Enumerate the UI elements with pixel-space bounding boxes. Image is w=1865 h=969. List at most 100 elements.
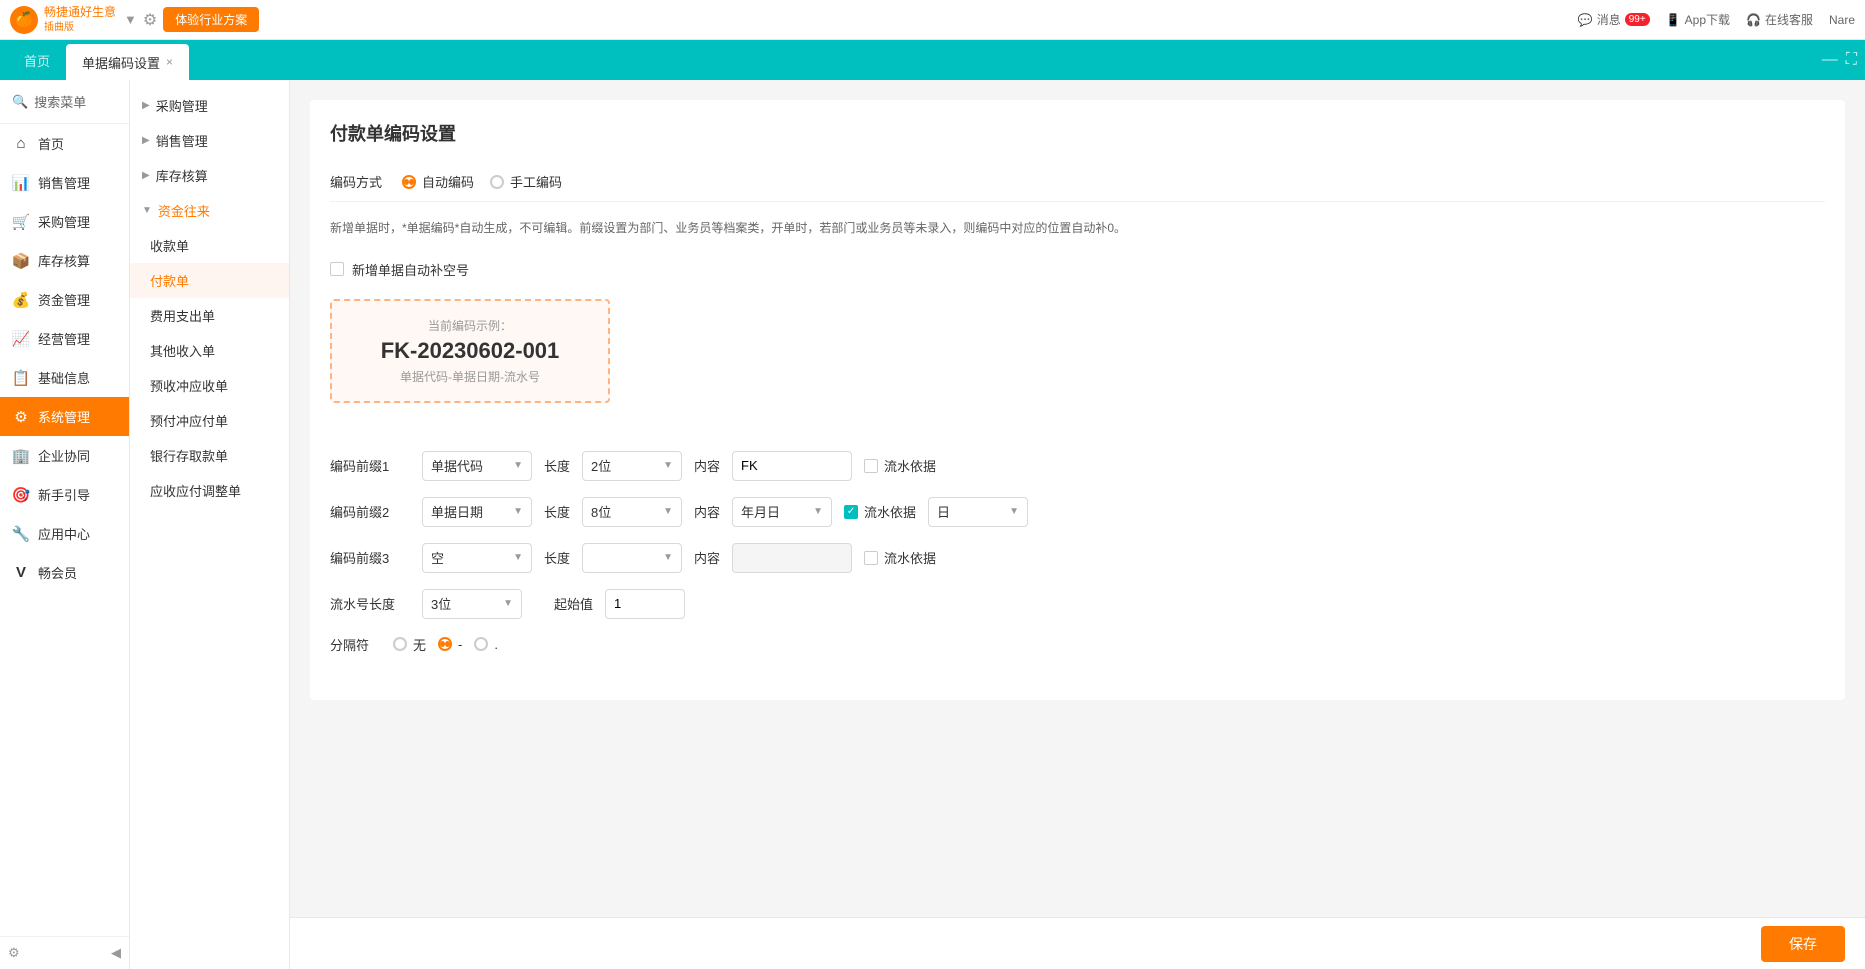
setting-card: 付款单编码设置 编码方式 自动编码 xyxy=(310,100,1845,700)
code-preview: 当前编码示例： FK-20230602-001 单据代码-单据日期-流水号 xyxy=(330,299,610,403)
sidebar-item-sales[interactable]: 📊 销售管理 xyxy=(0,163,129,202)
prefix1-content-input[interactable] xyxy=(732,451,852,481)
top-bar-left: 🍊 畅捷通好生意 插曲版 ▼ ⚙ 体验行业方案 xyxy=(10,5,259,34)
prefix2-length-arrow: ▼ xyxy=(663,506,673,517)
auto-coding-radio[interactable]: 自动编码 xyxy=(402,172,474,191)
sidebar-item-member[interactable]: V 畅会员 xyxy=(0,553,129,592)
prefix3-length-label: 长度 xyxy=(544,548,570,567)
sidebar-item-apps[interactable]: 🔧 应用中心 xyxy=(0,514,129,553)
prefix3-label: 编码前缀3 xyxy=(330,548,410,567)
prefix2-period-select[interactable]: 日 ▼ xyxy=(928,497,1028,527)
sidebar-settings-icon[interactable]: ⚙ xyxy=(8,945,20,961)
prefix2-select[interactable]: 单据日期 ▼ xyxy=(422,497,532,527)
top-bar-controls: ▼ ⚙ 体验行业方案 xyxy=(124,7,259,32)
sub-item-recv-pay-adj[interactable]: 应收应付调整单 xyxy=(130,473,289,508)
prefix1-serial-checkbox[interactable] xyxy=(864,459,878,473)
message-btn[interactable]: 💬 消息 99+ xyxy=(1578,11,1650,28)
nav-dropdown-icon[interactable]: ▼ xyxy=(124,12,137,27)
sidebar-item-base[interactable]: 📋 基础信息 xyxy=(0,358,129,397)
sidebar-item-system[interactable]: ⚙ 系统管理 xyxy=(0,397,129,436)
sub-group-purchase-header[interactable]: ▶ 采购管理 xyxy=(130,88,289,123)
settings-icon[interactable]: ⚙ xyxy=(143,10,157,30)
info-text: 新增单据时，*单据编码*自动生成，不可编辑。前缀设置为部门、业务员等档案类，开单… xyxy=(330,218,1825,240)
message-badge: 99+ xyxy=(1625,13,1650,26)
separator-row: 分隔符 无 - . xyxy=(330,635,1825,654)
tab-home[interactable]: 首页 xyxy=(8,40,66,80)
auto-fill-checkbox[interactable] xyxy=(330,262,344,276)
auto-coding-radio-circle xyxy=(402,175,416,189)
sub-group-inventory-header[interactable]: ▶ 库存核算 xyxy=(130,158,289,193)
separator-dash-radio[interactable]: - xyxy=(438,637,462,652)
sidebar-item-finance[interactable]: 💰 资金管理 xyxy=(0,280,129,319)
sub-item-expense[interactable]: 费用支出单 xyxy=(130,298,289,333)
prefix2-content-select[interactable]: 年月日 ▼ xyxy=(732,497,832,527)
main-layout: 🔍 搜索菜单 ⌂ 首页 📊 销售管理 🛒 采购管理 📦 库存核算 💰 xyxy=(0,80,1865,969)
sidebar-item-purchase[interactable]: 🛒 采购管理 xyxy=(0,202,129,241)
content-area: ▶ 采购管理 ▶ 销售管理 ▶ 库存核算 ▼ 资金往来 xyxy=(130,80,1865,969)
app-download-btn[interactable]: 📱 App下载 xyxy=(1666,11,1730,28)
start-value-label: 起始值 xyxy=(554,594,593,613)
base-icon: 📋 xyxy=(12,369,30,387)
prefix1-length-select[interactable]: 2位 ▼ xyxy=(582,451,682,481)
sidebar-collapse-icon[interactable]: ◀ xyxy=(111,945,121,961)
auto-fill-label: 新增单据自动补空号 xyxy=(352,260,469,279)
sub-group-sales-header[interactable]: ▶ 销售管理 xyxy=(130,123,289,158)
prefix2-length-select[interactable]: 8位 ▼ xyxy=(582,497,682,527)
sub-group-capital-header[interactable]: ▼ 资金往来 xyxy=(130,193,289,228)
online-service-btn[interactable]: 🎧 在线客服 xyxy=(1746,11,1813,28)
prefix2-serial-checkbox[interactable]: ✓ xyxy=(844,505,858,519)
search-icon: 🔍 xyxy=(12,94,28,110)
trial-btn[interactable]: 体验行业方案 xyxy=(163,7,259,32)
save-button[interactable]: 保存 xyxy=(1761,926,1845,962)
guide-icon: 🎯 xyxy=(12,486,30,504)
operation-icon: 📈 xyxy=(12,330,30,348)
tab-close-icon[interactable]: × xyxy=(166,55,173,69)
member-icon: V xyxy=(12,564,30,582)
bottom-bar: 保存 xyxy=(290,917,1865,969)
serial-length-label: 流水号长度 xyxy=(330,594,410,613)
expand-icon[interactable]: ⛶ xyxy=(1846,51,1857,69)
prefix1-row: 编码前缀1 单据代码 ▼ 长度 2位 ▼ 内容 xyxy=(330,451,1825,481)
sub-item-bank-deposit[interactable]: 银行存取款单 xyxy=(130,438,289,473)
sidebar-item-enterprise[interactable]: 🏢 企业协同 xyxy=(0,436,129,475)
sub-item-advance-pay[interactable]: 预付冲应付单 xyxy=(130,403,289,438)
prefix3-content-input[interactable] xyxy=(732,543,852,573)
sub-item-receipt[interactable]: 收款单 xyxy=(130,228,289,263)
prefix3-content-label: 内容 xyxy=(694,548,720,567)
sub-item-payment[interactable]: 付款单 xyxy=(130,263,289,298)
sub-item-advance-recv[interactable]: 预收冲应收单 xyxy=(130,368,289,403)
user-info[interactable]: Nare xyxy=(1829,13,1855,27)
prefix3-dropdown-arrow: ▼ xyxy=(513,552,523,563)
prefix3-serial-checkbox[interactable] xyxy=(864,551,878,565)
separator-none-radio[interactable]: 无 xyxy=(393,635,426,654)
coding-method-label: 编码方式 xyxy=(330,172,382,191)
sidebar-item-inventory[interactable]: 📦 库存核算 xyxy=(0,241,129,280)
serial-row: 流水号长度 3位 ▼ 起始值 xyxy=(330,589,1825,619)
sidebar-item-operation[interactable]: 📈 经营管理 xyxy=(0,319,129,358)
code-preview-value: FK-20230602-001 xyxy=(356,338,584,364)
tab-settings[interactable]: 单据编码设置 × xyxy=(66,44,189,80)
collapse-icon[interactable]: — xyxy=(1822,51,1838,69)
prefix1-length-arrow: ▼ xyxy=(663,460,673,471)
logo-icon: 🍊 xyxy=(10,6,38,34)
sub-group-inventory-arrow: ▶ xyxy=(142,170,150,181)
prefix1-select[interactable]: 单据代码 ▼ xyxy=(422,451,532,481)
manual-coding-radio[interactable]: 手工编码 xyxy=(490,172,562,191)
prefix3-select[interactable]: 空 ▼ xyxy=(422,543,532,573)
sub-group-capital: ▼ 资金往来 收款单 付款单 费用支出单 其他收入单 预收冲应收单 预付冲应付单… xyxy=(130,193,289,508)
start-value-input[interactable] xyxy=(605,589,685,619)
serial-length-select[interactable]: 3位 ▼ xyxy=(422,589,522,619)
sidebar-bottom: ⚙ ◀ xyxy=(0,936,129,969)
separator-label: 分隔符 xyxy=(330,635,369,654)
search-menu-btn[interactable]: 🔍 搜索菜单 xyxy=(8,88,121,115)
sidebar-item-home[interactable]: ⌂ 首页 xyxy=(0,124,129,163)
user-name: Nare xyxy=(1829,13,1855,27)
sub-item-other-income[interactable]: 其他收入单 xyxy=(130,333,289,368)
sub-group-purchase: ▶ 采购管理 xyxy=(130,88,289,123)
sidebar-item-guide[interactable]: 🎯 新手引导 xyxy=(0,475,129,514)
sales-icon: 📊 xyxy=(12,174,30,192)
nav-tabs: 首页 单据编码设置 × — ⛶ xyxy=(0,40,1865,80)
prefix3-length-select[interactable]: ▼ xyxy=(582,543,682,573)
nav-tabs-right: — ⛶ xyxy=(1822,51,1857,69)
separator-dot-radio[interactable]: . xyxy=(474,637,498,652)
